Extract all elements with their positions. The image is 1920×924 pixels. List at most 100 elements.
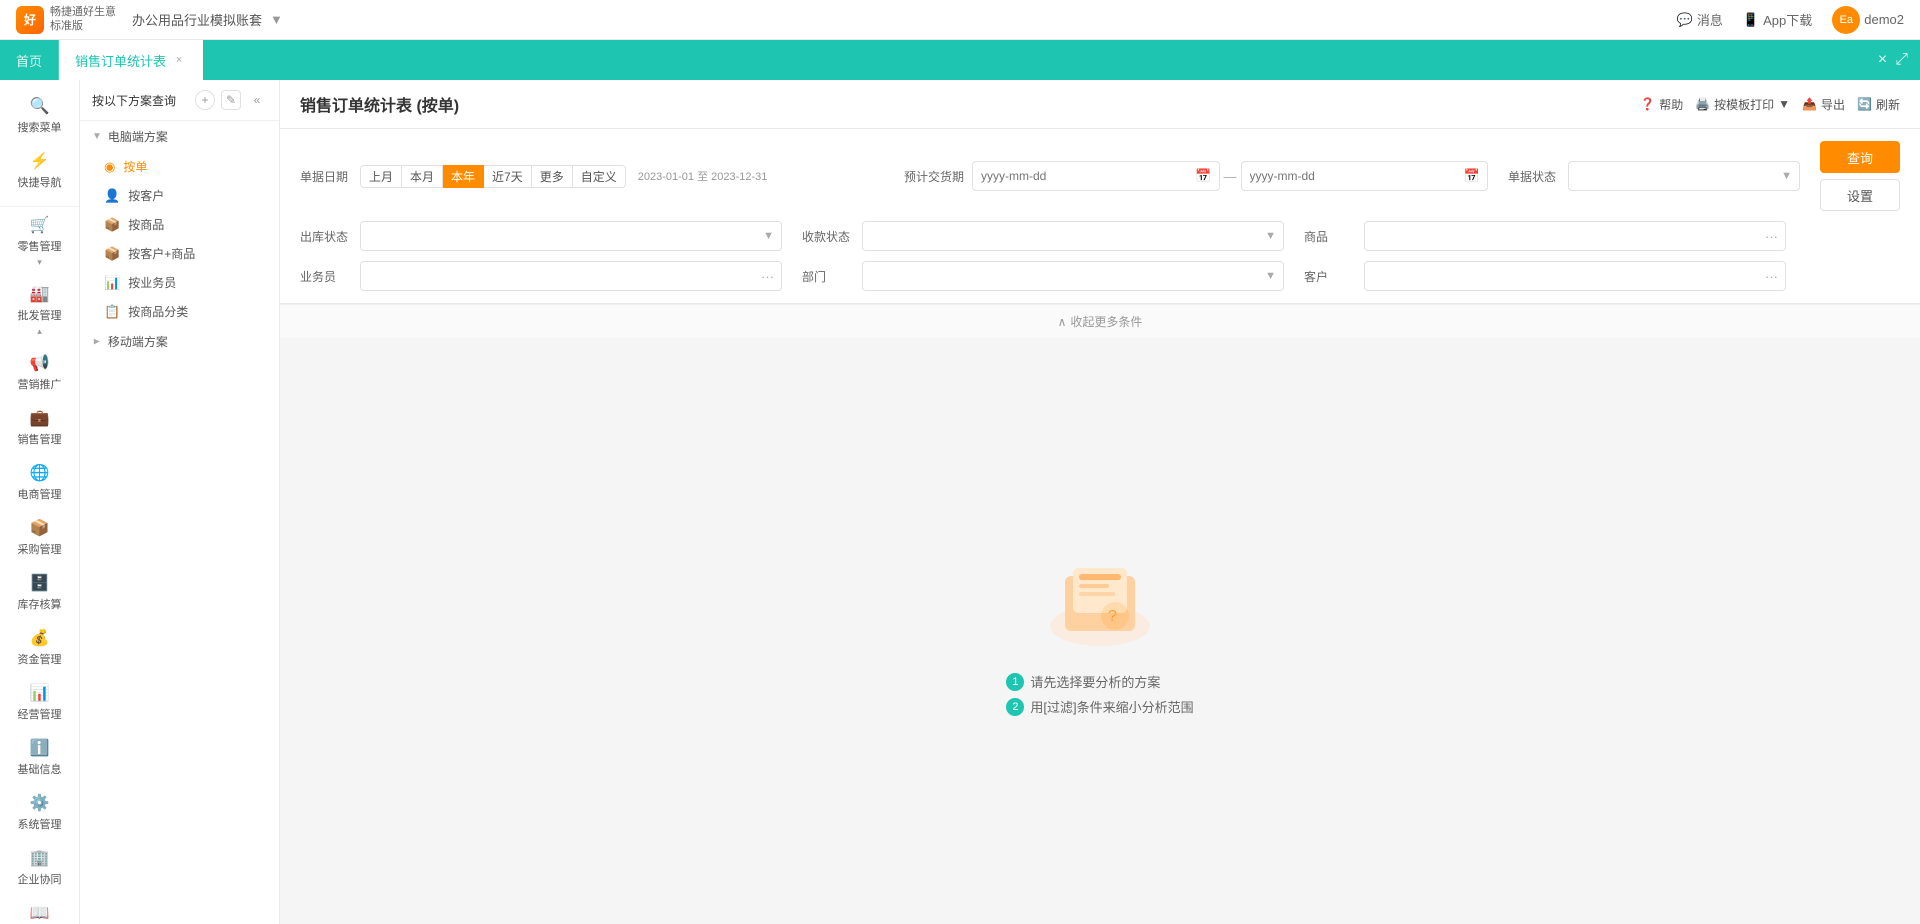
- tree-item-by-order[interactable]: ◉ 按单: [92, 152, 279, 181]
- date-dash: —: [1224, 169, 1237, 184]
- date-start-input[interactable]: [972, 161, 1220, 191]
- window-expand-btn[interactable]: ⤢: [1895, 52, 1908, 68]
- date-tab-more[interactable]: 更多: [532, 165, 573, 188]
- username: demo2: [1864, 12, 1904, 27]
- date-tab-last-month[interactable]: 上月: [360, 165, 402, 188]
- salesperson-label: 业务员: [300, 268, 352, 285]
- sidebar-item-inventory[interactable]: 🗄️ 库存核算: [0, 565, 79, 620]
- collection-status-select-wrap: ▼: [862, 221, 1284, 251]
- sidebar-item-finance[interactable]: 💰 资金管理: [0, 620, 79, 675]
- wholesale-icon: 🏭: [30, 284, 50, 304]
- sidebar-shortcut[interactable]: ⚡ 快捷导航: [0, 143, 79, 198]
- tree-item-by-customer-goods[interactable]: 📦 按客户+商品: [92, 239, 279, 268]
- date-tab-7days[interactable]: 近7天: [484, 165, 532, 188]
- collapse-panel-btn[interactable]: «: [247, 90, 267, 110]
- customer-input-wrap: ···: [1364, 261, 1786, 291]
- tab-home[interactable]: 首页: [0, 40, 59, 80]
- purchase-icon: 📦: [30, 518, 50, 538]
- date-tab-this-month[interactable]: 本月: [402, 165, 443, 188]
- date-end-input[interactable]: [1241, 161, 1489, 191]
- set-btn[interactable]: 设置: [1820, 179, 1900, 211]
- customer-label: 客户: [1304, 268, 1356, 285]
- svg-text:?: ?: [1108, 608, 1117, 625]
- filter-row-1: 单据日期 上月 本月 本年 近7天 更多 自定义 2023-01-01 至 20…: [300, 141, 1900, 211]
- user-menu[interactable]: Ea demo2: [1832, 6, 1904, 34]
- date-tab-custom[interactable]: 自定义: [573, 165, 626, 188]
- sidebar-item-operations[interactable]: 📊 经营管理: [0, 675, 79, 730]
- sidebar-item-marketing[interactable]: 📢 营销推广: [0, 345, 79, 400]
- by-customer-icon: 👤: [104, 188, 120, 204]
- help-icon: ❓: [1640, 97, 1655, 111]
- window-close-btn[interactable]: ×: [1878, 52, 1887, 68]
- sidebar-item-system[interactable]: ⚙️ 系统管理: [0, 785, 79, 840]
- logo-icon: 好: [16, 6, 44, 34]
- salesperson-input[interactable]: [360, 261, 782, 291]
- salesperson-input-wrap: ···: [360, 261, 782, 291]
- left-panel-actions: + ✎ «: [195, 90, 267, 110]
- date-end-wrap: 📅: [1241, 161, 1489, 191]
- download-icon: 📱: [1743, 12, 1759, 28]
- empty-svg: ?: [1035, 546, 1165, 656]
- customer-input[interactable]: [1364, 261, 1786, 291]
- topbar: 好 畅捷通好生意 标准版 办公用品行业模拟账套 ▼ 💬 消息 📱 App下载 E…: [0, 0, 1920, 40]
- app-dropdown-icon[interactable]: ▼: [270, 12, 283, 27]
- refresh-icon: 🔄: [1857, 97, 1872, 111]
- filter-department: 部门 ▼: [802, 261, 1284, 291]
- delivery-status-select[interactable]: [360, 221, 782, 251]
- help-btn[interactable]: ❓ 帮助: [1640, 96, 1683, 113]
- message-btn[interactable]: 💬 消息: [1677, 10, 1723, 29]
- sidebar-item-sales[interactable]: 💼 销售管理: [0, 400, 79, 455]
- sidebar-item-purchase[interactable]: 📦 采购管理: [0, 510, 79, 565]
- tree-item-by-salesperson[interactable]: 📊 按业务员: [92, 268, 279, 297]
- tree-mobile-group[interactable]: ▼ 移动端方案: [80, 326, 279, 357]
- goods-input[interactable]: [1364, 221, 1786, 251]
- filter-customer: 客户 ···: [1304, 261, 1786, 291]
- app-download-btn[interactable]: 📱 App下载: [1743, 10, 1812, 29]
- finance-icon: 💰: [30, 628, 50, 648]
- sidebar-search[interactable]: 🔍 搜索菜单: [0, 88, 79, 143]
- export-btn[interactable]: 📤 导出: [1802, 96, 1845, 113]
- filter-row-2: 出库状态 ▼ 收款状态 ▼ 商品: [300, 221, 1900, 251]
- delivery-status-select-wrap: ▼: [360, 221, 782, 251]
- avatar: Ea: [1832, 6, 1860, 34]
- operations-icon: 📊: [30, 683, 50, 703]
- delivery-status-label: 出库状态: [300, 228, 352, 245]
- shortcut-icon: ⚡: [30, 151, 50, 171]
- by-order-icon: ◉: [104, 159, 115, 175]
- print-btn[interactable]: 🖨️ 按模板打印 ▼: [1695, 96, 1790, 113]
- filter-goods: 商品 ···: [1304, 221, 1786, 251]
- department-select[interactable]: [862, 261, 1284, 291]
- refresh-btn[interactable]: 🔄 刷新: [1857, 96, 1900, 113]
- tree-item-by-goods[interactable]: 📦 按商品: [92, 210, 279, 239]
- left-panel: 按以下方案查询 + ✎ « ▼ 电脑端方案 ◉ 按单: [80, 80, 280, 924]
- status-select[interactable]: [1568, 161, 1800, 191]
- filter-date: 单据日期 上月 本月 本年 近7天 更多 自定义 2023-01-01 至 20…: [300, 165, 884, 188]
- mobile-expand-arrow: ▼: [91, 337, 102, 347]
- sidebar-item-retail[interactable]: 🛒 零售管理 ▾: [0, 207, 79, 276]
- main-layout: 🔍 搜索菜单 ⚡ 快捷导航 🛒 零售管理 ▾ 🏭 批发管理 ▴ 📢 营销推广 💼…: [0, 80, 1920, 924]
- collection-status-select[interactable]: [862, 221, 1284, 251]
- date-range-text: 2023-01-01 至 2023-12-31: [638, 168, 768, 184]
- tree-item-by-category[interactable]: 📋 按商品分类: [92, 297, 279, 326]
- edit-scheme-btn[interactable]: ✎: [221, 90, 241, 110]
- collapse-bar[interactable]: ∧ 收起更多条件: [280, 304, 1920, 338]
- sidebar-item-enterprise[interactable]: 🏢 企业协同: [0, 840, 79, 895]
- expected-delivery-label: 预计交货期: [904, 168, 964, 185]
- query-btns: 查询 设置: [1820, 141, 1900, 211]
- sidebar-item-basic[interactable]: ℹ️ 基础信息: [0, 730, 79, 785]
- add-scheme-btn[interactable]: +: [195, 90, 215, 110]
- sidebar-item-wholesale[interactable]: 🏭 批发管理 ▴: [0, 276, 79, 345]
- tabs-spacer: [203, 40, 1866, 80]
- tab-sales-order[interactable]: 销售订单统计表 ×: [59, 40, 203, 80]
- tree-item-by-customer[interactable]: 👤 按客户: [92, 181, 279, 210]
- tab-home-label: 首页: [16, 51, 42, 70]
- date-tab-this-year[interactable]: 本年: [443, 165, 484, 188]
- date-quick-tabs: 上月 本月 本年 近7天 更多 自定义: [360, 165, 626, 188]
- tab-close-btn[interactable]: ×: [172, 53, 186, 67]
- sidebar: 🔍 搜索菜单 ⚡ 快捷导航 🛒 零售管理 ▾ 🏭 批发管理 ▴ 📢 营销推广 💼…: [0, 80, 80, 924]
- tree-pc-group[interactable]: ▼ 电脑端方案: [80, 121, 279, 152]
- sidebar-item-ecommerce[interactable]: 🌐 电商管理: [0, 455, 79, 510]
- query-btn[interactable]: 查询: [1820, 141, 1900, 173]
- filter-salesperson: 业务员 ···: [300, 261, 782, 291]
- sidebar-item-guide[interactable]: 📖 新手引导: [0, 895, 79, 924]
